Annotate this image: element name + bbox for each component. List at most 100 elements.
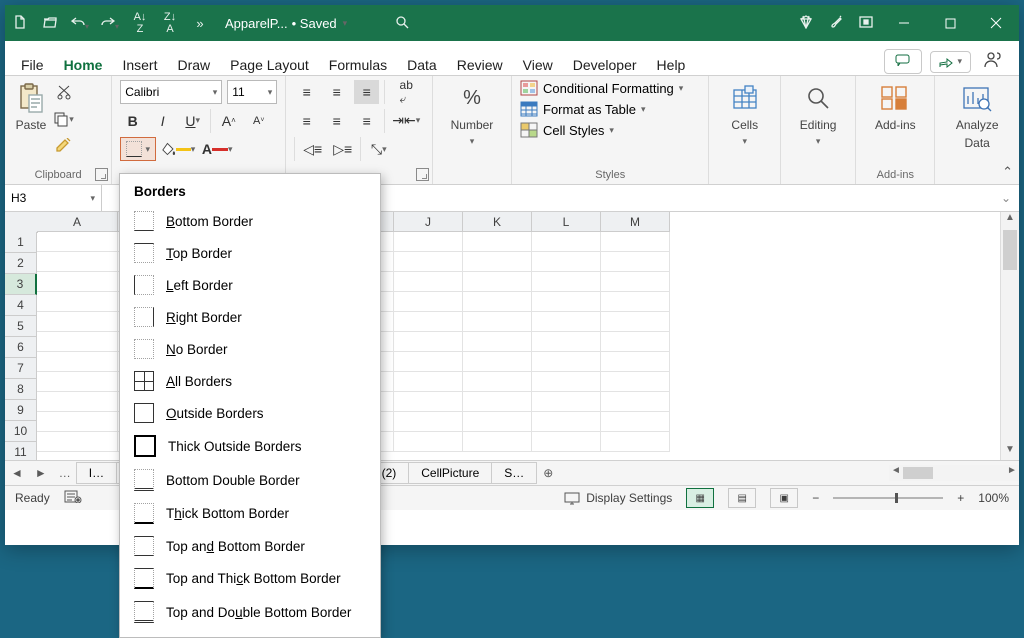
cell[interactable]: [37, 432, 118, 452]
row-header[interactable]: 6: [5, 337, 37, 358]
cell[interactable]: [532, 292, 601, 312]
cell[interactable]: [463, 392, 532, 412]
row-header[interactable]: 10: [5, 421, 37, 442]
row-header[interactable]: 2: [5, 253, 37, 274]
cell[interactable]: [37, 372, 118, 392]
cell[interactable]: [37, 352, 118, 372]
account-icon[interactable]: [979, 48, 1007, 75]
column-header[interactable]: L: [532, 212, 601, 232]
align-left-button[interactable]: ≡: [294, 109, 319, 133]
tab-view[interactable]: View: [513, 50, 563, 79]
editing-button[interactable]: Editing▾: [789, 80, 847, 149]
brush-icon[interactable]: [821, 15, 851, 32]
cut-button[interactable]: [51, 80, 76, 104]
row-header[interactable]: 7: [5, 358, 37, 379]
cell[interactable]: [532, 232, 601, 252]
cell[interactable]: [601, 352, 670, 372]
alignment-dialog-launcher[interactable]: [416, 168, 429, 181]
fill-color-button[interactable]: ▾: [161, 137, 195, 161]
cell[interactable]: [601, 232, 670, 252]
align-right-button[interactable]: ≡: [354, 109, 379, 133]
view-normal-button[interactable]: ▦: [686, 488, 714, 508]
cell[interactable]: [394, 372, 463, 392]
row-header[interactable]: 1: [5, 232, 37, 253]
diamond-icon[interactable]: [791, 15, 821, 32]
tab-help[interactable]: Help: [647, 50, 696, 79]
column-header[interactable]: K: [463, 212, 532, 232]
row-header[interactable]: 5: [5, 316, 37, 337]
sheet-nav-more[interactable]: …: [53, 466, 77, 480]
row-header[interactable]: 8: [5, 379, 37, 400]
display-settings-button[interactable]: Display Settings: [564, 491, 672, 505]
cell[interactable]: [601, 432, 670, 452]
cell[interactable]: [394, 432, 463, 452]
cell[interactable]: [37, 252, 118, 272]
save-state-caret-icon[interactable]: ▾: [343, 18, 348, 29]
scroll-thumb[interactable]: [1003, 230, 1017, 270]
comments-button[interactable]: [884, 49, 922, 74]
cell[interactable]: [532, 332, 601, 352]
align-center-button[interactable]: ≡: [324, 109, 349, 133]
tab-draw[interactable]: Draw: [167, 50, 220, 79]
cells-button[interactable]: Cells▾: [717, 80, 772, 149]
scroll-up-icon[interactable]: ▲: [1001, 212, 1019, 228]
cell[interactable]: [394, 412, 463, 432]
cell[interactable]: [463, 312, 532, 332]
tab-file[interactable]: File: [11, 50, 54, 79]
border-option-tbb[interactable]: Thick Bottom Border: [120, 497, 380, 530]
row-header[interactable]: 11: [5, 442, 37, 460]
row-header[interactable]: 3: [5, 274, 37, 295]
zoom-level[interactable]: 100%: [978, 491, 1009, 505]
align-middle-button[interactable]: ≡: [324, 80, 349, 104]
border-option-ttb[interactable]: Top and Thick Bottom Border: [120, 562, 380, 595]
shrink-font-button[interactable]: A˅: [246, 109, 271, 133]
cell[interactable]: [37, 292, 118, 312]
cell[interactable]: [394, 232, 463, 252]
undo-icon[interactable]: ▾: [65, 15, 95, 32]
scroll-down-icon[interactable]: ▼: [1001, 444, 1019, 460]
cell-styles-button[interactable]: Cell Styles▾: [520, 122, 700, 138]
hscroll-left-icon[interactable]: ◄: [889, 465, 903, 481]
border-option-bdb[interactable]: Bottom Double Border: [120, 463, 380, 497]
border-option-outside[interactable]: Outside Borders: [120, 397, 380, 429]
orientation-button[interactable]: ⤡▾: [366, 137, 391, 161]
column-header[interactable]: M: [601, 212, 670, 232]
font-name-combo[interactable]: Calibri▾: [120, 80, 222, 104]
column-header[interactable]: A: [37, 212, 118, 232]
cell[interactable]: [601, 372, 670, 392]
format-as-table-button[interactable]: Format as Table▾: [520, 101, 700, 117]
cell[interactable]: [394, 292, 463, 312]
cell[interactable]: [601, 272, 670, 292]
cell[interactable]: [532, 372, 601, 392]
zoom-in-button[interactable]: +: [957, 491, 964, 505]
wrap-text-button[interactable]: ab⤶: [390, 80, 422, 104]
cell[interactable]: [394, 392, 463, 412]
cell[interactable]: [394, 312, 463, 332]
border-option-tdb[interactable]: Top and Double Bottom Border: [120, 595, 380, 629]
paste-button[interactable]: Paste: [13, 80, 49, 134]
sort-desc-icon[interactable]: Z↓A: [155, 11, 185, 35]
formula-expand-icon[interactable]: ⌄: [1001, 191, 1011, 205]
cell[interactable]: [394, 332, 463, 352]
cell[interactable]: [394, 252, 463, 272]
border-option-thick[interactable]: Thick Outside Borders: [120, 429, 380, 463]
analyze-data-button[interactable]: Analyze Data: [943, 80, 1011, 152]
borders-button[interactable]: ▾: [120, 137, 156, 161]
cell[interactable]: [601, 252, 670, 272]
font-color-button[interactable]: A▾: [200, 137, 234, 161]
border-option-all[interactable]: All Borders: [120, 365, 380, 397]
cell[interactable]: [532, 352, 601, 372]
conditional-formatting-button[interactable]: Conditional Formatting▾: [520, 80, 700, 96]
tab-data[interactable]: Data: [397, 50, 447, 79]
decrease-indent-button[interactable]: ◁≡: [300, 137, 325, 161]
minimize-button[interactable]: [881, 5, 927, 41]
cell[interactable]: [601, 332, 670, 352]
addins-button[interactable]: Add-ins: [864, 80, 926, 134]
format-painter-button[interactable]: [51, 134, 76, 158]
horizontal-scrollbar[interactable]: ◄ ►: [889, 465, 1019, 481]
increase-indent-button[interactable]: ▷≡: [330, 137, 355, 161]
tab-insert[interactable]: Insert: [112, 50, 167, 79]
border-option-top[interactable]: Top Border: [120, 237, 380, 269]
cell[interactable]: [37, 392, 118, 412]
cell[interactable]: [37, 412, 118, 432]
